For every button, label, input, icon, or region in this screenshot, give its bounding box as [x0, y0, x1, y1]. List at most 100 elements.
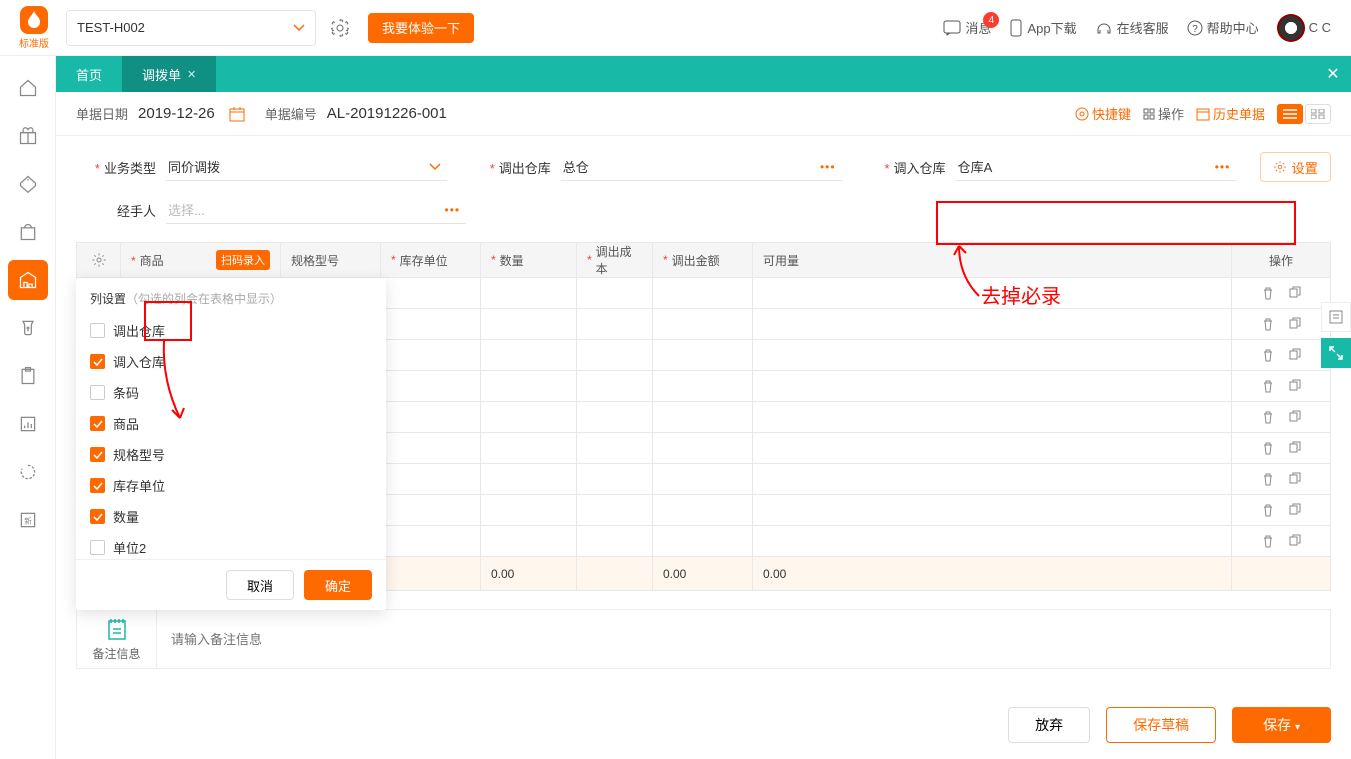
view-grid-icon[interactable] — [1305, 104, 1331, 124]
delete-icon[interactable] — [1261, 286, 1275, 300]
nav-money-icon[interactable] — [8, 308, 48, 348]
nav-cycle-icon[interactable] — [8, 452, 48, 492]
column-settings-button[interactable] — [77, 243, 121, 277]
copy-icon[interactable] — [1287, 379, 1301, 393]
delete-icon[interactable] — [1261, 317, 1275, 331]
remark-bar: 备注信息 — [76, 609, 1331, 669]
rail-expand-icon[interactable] — [1321, 338, 1351, 368]
chevron-down-icon — [429, 163, 441, 171]
tab-home[interactable]: 首页 — [56, 56, 122, 92]
view-toggle — [1277, 104, 1331, 124]
save-draft-button[interactable]: 保存草稿 — [1106, 707, 1216, 743]
footer-actions: 放弃 保存草稿 保存 ▾ — [56, 691, 1351, 759]
field-settings-button[interactable]: 设置 — [1260, 152, 1331, 182]
nav-clipboard-icon[interactable] — [8, 356, 48, 396]
workspace-name: TEST-H002 — [77, 20, 145, 35]
save-button[interactable]: 保存 ▾ — [1232, 707, 1331, 743]
chevron-down-icon: ▾ — [1295, 722, 1300, 733]
colset-item[interactable]: 商品 — [90, 408, 372, 439]
copy-icon[interactable] — [1287, 410, 1301, 424]
form-area: *业务类型 同价调拨 *调出仓库 总仓 ••• *调入仓库 仓库A ••• 设置 — [56, 136, 1351, 242]
history-link[interactable]: 历史单据 — [1196, 104, 1265, 123]
delete-icon[interactable] — [1261, 348, 1275, 362]
delete-icon[interactable] — [1261, 472, 1275, 486]
top-bar: 标准版 TEST-H002 我要体验一下 消息 4 App下载 在线客服 ?帮助… — [0, 0, 1351, 56]
biz-type-field[interactable]: *业务类型 同价调拨 — [76, 153, 471, 181]
nav-gift-icon[interactable] — [8, 116, 48, 156]
nav-home-icon[interactable] — [8, 68, 48, 108]
headset-icon — [1095, 20, 1113, 36]
handler-field[interactable]: 经手人 选择... ••• — [76, 196, 490, 224]
copy-icon[interactable] — [1287, 441, 1301, 455]
help-center-link[interactable]: ?帮助中心 — [1187, 18, 1259, 37]
total-avail: 0.00 — [753, 557, 1232, 590]
nav-new-icon[interactable]: 新 — [8, 500, 48, 540]
main-area: 首页 调拨单 ✕ ✕ 单据日期 2019-12-26 单据编号 AL-20191… — [56, 56, 1351, 759]
chevron-down-icon — [293, 24, 305, 32]
user-menu[interactable]: C C — [1277, 14, 1331, 42]
col-available: 可用量 — [753, 243, 1232, 277]
copy-icon[interactable] — [1287, 472, 1301, 486]
colset-item[interactable]: 库存单位 — [90, 470, 372, 501]
workspace-select[interactable]: TEST-H002 — [66, 10, 316, 46]
actions-link[interactable]: 操作 — [1143, 104, 1184, 123]
delete-icon[interactable] — [1261, 410, 1275, 424]
online-service-link[interactable]: 在线客服 — [1095, 18, 1169, 37]
colset-item[interactable]: 条码 — [90, 377, 372, 408]
colset-item[interactable]: 调出仓库 — [90, 315, 372, 346]
colset-item[interactable]: 调入仓库 — [90, 346, 372, 377]
nav-tag-icon[interactable] — [8, 164, 48, 204]
svg-text:新: 新 — [24, 515, 32, 525]
messages-link[interactable]: 消息 4 — [943, 18, 991, 37]
colset-item[interactable]: 单位2 — [90, 532, 372, 559]
remark-input[interactable] — [157, 610, 1330, 668]
delete-icon[interactable] — [1261, 503, 1275, 517]
view-list-icon[interactable] — [1277, 104, 1303, 124]
help-icon: ? — [1187, 20, 1203, 36]
tabs-bar: 首页 调拨单 ✕ ✕ — [56, 56, 1351, 92]
copy-icon[interactable] — [1287, 317, 1301, 331]
checkbox-icon — [90, 540, 105, 555]
more-icon: ••• — [445, 203, 461, 217]
date-value[interactable]: 2019-12-26 — [138, 105, 215, 122]
colset-title: 列设置（勾选的列会在表格中显示） — [76, 278, 386, 315]
discard-button[interactable]: 放弃 — [1008, 707, 1090, 743]
copy-icon[interactable] — [1287, 503, 1301, 517]
checkbox-icon — [90, 385, 105, 400]
colset-item[interactable]: 规格型号 — [90, 439, 372, 470]
delete-icon[interactable] — [1261, 441, 1275, 455]
checkbox-icon — [90, 416, 105, 431]
tab-transfer[interactable]: 调拨单 ✕ — [122, 56, 216, 92]
delete-icon[interactable] — [1261, 534, 1275, 548]
close-all-tabs[interactable]: ✕ — [1315, 56, 1351, 92]
nav-bag-icon[interactable] — [8, 212, 48, 252]
copy-icon[interactable] — [1287, 286, 1301, 300]
confirm-button[interactable]: 确定 — [304, 570, 372, 600]
phone-icon — [1009, 19, 1023, 37]
settings-icon[interactable] — [324, 12, 356, 44]
rail-note-icon[interactable] — [1321, 302, 1351, 332]
col-spec: 规格型号 — [281, 243, 381, 277]
close-icon[interactable]: ✕ — [187, 68, 196, 81]
app-download-link[interactable]: App下载 — [1009, 18, 1076, 37]
nav-report-icon[interactable] — [8, 404, 48, 444]
annotation-arrow-icon — [152, 336, 192, 426]
shortcut-link[interactable]: 快捷键 — [1075, 104, 1131, 123]
out-warehouse-field[interactable]: *调出仓库 总仓 ••• — [471, 153, 866, 181]
colset-item[interactable]: 数量 — [90, 501, 372, 532]
try-button[interactable]: 我要体验一下 — [368, 13, 474, 43]
side-nav: 新 — [0, 56, 56, 759]
column-settings-popup: 列设置（勾选的列会在表格中显示） 调出仓库调入仓库条码商品规格型号库存单位数量单… — [76, 278, 386, 610]
copy-icon[interactable] — [1287, 534, 1301, 548]
cancel-button[interactable]: 取消 — [226, 570, 294, 600]
edition-label: 标准版 — [19, 35, 49, 50]
note-icon — [105, 617, 129, 641]
scan-entry-button[interactable]: 扫码录入 — [216, 250, 270, 270]
in-warehouse-field[interactable]: *调入仓库 仓库A ••• — [866, 153, 1261, 181]
calendar-icon[interactable] — [229, 106, 245, 122]
copy-icon[interactable] — [1287, 348, 1301, 362]
col-product: *商品扫码录入 — [121, 243, 281, 277]
nav-warehouse-icon[interactable] — [8, 260, 48, 300]
line-items-table: *商品扫码录入 规格型号 *库存单位 *数量 *调出成本 *调出金额 可用量 操… — [76, 242, 1331, 591]
delete-icon[interactable] — [1261, 379, 1275, 393]
